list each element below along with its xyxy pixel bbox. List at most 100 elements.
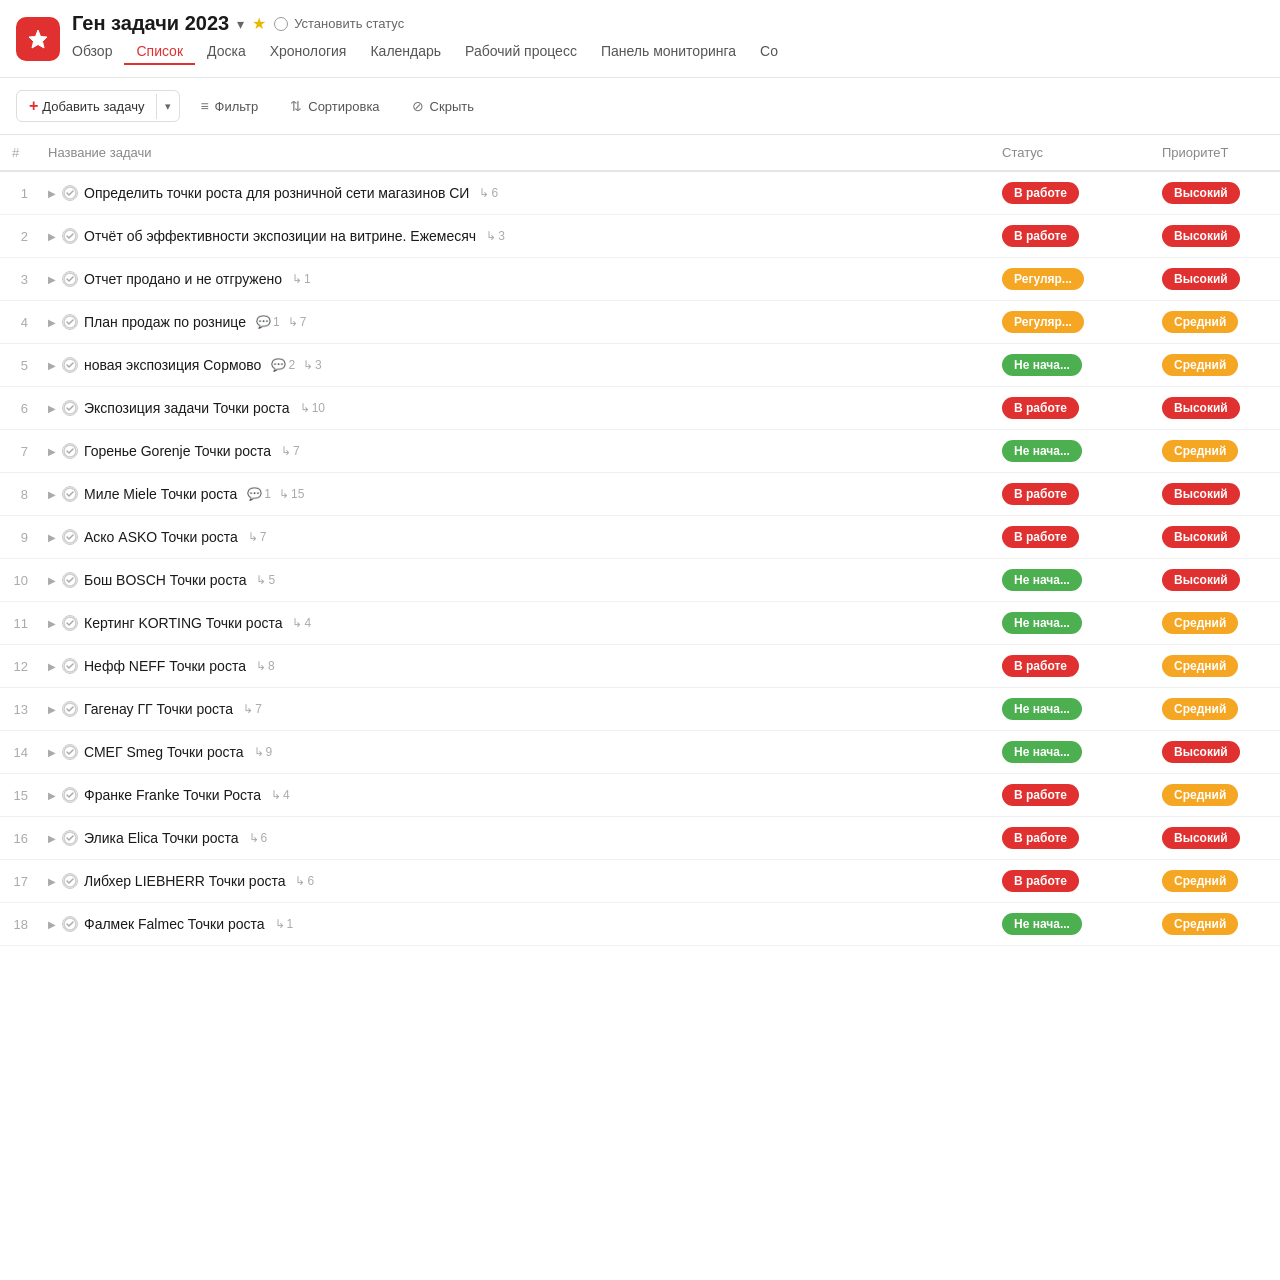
task-check-icon[interactable] bbox=[62, 228, 78, 244]
tab-list[interactable]: Список bbox=[124, 39, 195, 65]
expand-icon[interactable]: ▶ bbox=[48, 274, 56, 285]
table-row[interactable]: 9▶Аско ASKO Точки роста↳7В работеВысокий bbox=[0, 516, 1280, 559]
row-priority-cell[interactable]: Средний bbox=[1150, 301, 1280, 344]
expand-icon[interactable]: ▶ bbox=[48, 360, 56, 371]
task-check-icon[interactable] bbox=[62, 271, 78, 287]
status-badge[interactable]: Не нача... bbox=[1002, 612, 1082, 634]
priority-badge[interactable]: Высокий bbox=[1162, 483, 1240, 505]
task-check-icon[interactable] bbox=[62, 873, 78, 889]
task-check-icon[interactable] bbox=[62, 658, 78, 674]
priority-badge[interactable]: Высокий bbox=[1162, 182, 1240, 204]
expand-icon[interactable]: ▶ bbox=[48, 403, 56, 414]
priority-badge[interactable]: Средний bbox=[1162, 870, 1238, 892]
row-priority-cell[interactable]: Средний bbox=[1150, 344, 1280, 387]
row-priority-cell[interactable]: Высокий bbox=[1150, 516, 1280, 559]
row-status-cell[interactable]: В работе bbox=[990, 645, 1150, 688]
priority-badge[interactable]: Средний bbox=[1162, 311, 1238, 333]
row-priority-cell[interactable]: Средний bbox=[1150, 688, 1280, 731]
tab-more[interactable]: Со bbox=[748, 39, 790, 65]
tab-dashboard[interactable]: Панель мониторинга bbox=[589, 39, 748, 65]
expand-icon[interactable]: ▶ bbox=[48, 231, 56, 242]
row-status-cell[interactable]: В работе bbox=[990, 516, 1150, 559]
status-badge[interactable]: В работе bbox=[1002, 182, 1079, 204]
expand-icon[interactable]: ▶ bbox=[48, 704, 56, 715]
expand-icon[interactable]: ▶ bbox=[48, 919, 56, 930]
add-task-dropdown-button[interactable]: ▾ bbox=[156, 94, 179, 119]
row-priority-cell[interactable]: Средний bbox=[1150, 774, 1280, 817]
status-badge[interactable]: В работе bbox=[1002, 784, 1079, 806]
row-priority-cell[interactable]: Средний bbox=[1150, 430, 1280, 473]
table-row[interactable]: 11▶Кертинг KORTING Точки роста↳4Не нача.… bbox=[0, 602, 1280, 645]
table-row[interactable]: 1▶Определить точки роста для розничной с… bbox=[0, 171, 1280, 215]
status-badge[interactable]: Не нача... bbox=[1002, 569, 1082, 591]
task-check-icon[interactable] bbox=[62, 787, 78, 803]
row-priority-cell[interactable]: Высокий bbox=[1150, 817, 1280, 860]
expand-icon[interactable]: ▶ bbox=[48, 446, 56, 457]
row-priority-cell[interactable]: Высокий bbox=[1150, 731, 1280, 774]
table-row[interactable]: 12▶Нефф NEFF Точки роста↳8В работеСредни… bbox=[0, 645, 1280, 688]
task-check-icon[interactable] bbox=[62, 314, 78, 330]
priority-badge[interactable]: Высокий bbox=[1162, 268, 1240, 290]
priority-badge[interactable]: Высокий bbox=[1162, 225, 1240, 247]
task-check-icon[interactable] bbox=[62, 486, 78, 502]
table-row[interactable]: 8▶Миле Miele Точки роста💬1↳15В работеВыс… bbox=[0, 473, 1280, 516]
expand-icon[interactable]: ▶ bbox=[48, 188, 56, 199]
status-badge[interactable]: Не нача... bbox=[1002, 741, 1082, 763]
row-status-cell[interactable]: В работе bbox=[990, 171, 1150, 215]
task-check-icon[interactable] bbox=[62, 443, 78, 459]
tab-timeline[interactable]: Хронология bbox=[258, 39, 359, 65]
status-badge[interactable]: В работе bbox=[1002, 397, 1079, 419]
priority-badge[interactable]: Высокий bbox=[1162, 827, 1240, 849]
task-check-icon[interactable] bbox=[62, 916, 78, 932]
status-badge[interactable]: В работе bbox=[1002, 526, 1079, 548]
sort-button[interactable]: ⇅ Сортировка bbox=[278, 92, 391, 120]
table-row[interactable]: 17▶Либхер LIEBHERR Точки роста↳6В работе… bbox=[0, 860, 1280, 903]
row-status-cell[interactable]: Не нача... bbox=[990, 559, 1150, 602]
table-row[interactable]: 7▶Горенье Gorenje Точки роста↳7Не нача..… bbox=[0, 430, 1280, 473]
task-check-icon[interactable] bbox=[62, 357, 78, 373]
expand-icon[interactable]: ▶ bbox=[48, 790, 56, 801]
expand-icon[interactable]: ▶ bbox=[48, 747, 56, 758]
tab-overview[interactable]: Обзор bbox=[72, 39, 124, 65]
priority-badge[interactable]: Средний bbox=[1162, 784, 1238, 806]
row-status-cell[interactable]: Не нача... bbox=[990, 344, 1150, 387]
row-priority-cell[interactable]: Средний bbox=[1150, 860, 1280, 903]
row-status-cell[interactable]: Не нача... bbox=[990, 688, 1150, 731]
table-row[interactable]: 16▶Элика Elica Точки роста↳6В работеВысо… bbox=[0, 817, 1280, 860]
expand-icon[interactable]: ▶ bbox=[48, 489, 56, 500]
row-status-cell[interactable]: В работе bbox=[990, 215, 1150, 258]
status-badge[interactable]: Не нача... bbox=[1002, 440, 1082, 462]
tab-board[interactable]: Доска bbox=[195, 39, 258, 65]
expand-icon[interactable]: ▶ bbox=[48, 532, 56, 543]
row-priority-cell[interactable]: Высокий bbox=[1150, 171, 1280, 215]
table-row[interactable]: 18▶Фалмек Falmec Точки роста↳1Не нача...… bbox=[0, 903, 1280, 946]
task-check-icon[interactable] bbox=[62, 572, 78, 588]
table-row[interactable]: 2▶Отчёт об эффективности экспозиции на в… bbox=[0, 215, 1280, 258]
row-status-cell[interactable]: В работе bbox=[990, 473, 1150, 516]
tab-calendar[interactable]: Календарь bbox=[358, 39, 453, 65]
row-status-cell[interactable]: В работе bbox=[990, 774, 1150, 817]
priority-badge[interactable]: Высокий bbox=[1162, 741, 1240, 763]
table-row[interactable]: 15▶Франке Franke Точки Роста↳4В работеСр… bbox=[0, 774, 1280, 817]
status-badge[interactable]: Не нача... bbox=[1002, 354, 1082, 376]
row-status-cell[interactable]: В работе bbox=[990, 817, 1150, 860]
row-status-cell[interactable]: В работе bbox=[990, 387, 1150, 430]
status-badge[interactable]: В работе bbox=[1002, 870, 1079, 892]
set-status-button[interactable]: Установить статус bbox=[274, 16, 404, 31]
row-status-cell[interactable]: Не нача... bbox=[990, 602, 1150, 645]
row-priority-cell[interactable]: Высокий bbox=[1150, 387, 1280, 430]
row-priority-cell[interactable]: Высокий bbox=[1150, 215, 1280, 258]
row-priority-cell[interactable]: Высокий bbox=[1150, 258, 1280, 301]
row-status-cell[interactable]: Не нача... bbox=[990, 731, 1150, 774]
row-priority-cell[interactable]: Средний bbox=[1150, 645, 1280, 688]
expand-icon[interactable]: ▶ bbox=[48, 575, 56, 586]
status-badge[interactable]: Регуляр... bbox=[1002, 268, 1084, 290]
priority-badge[interactable]: Средний bbox=[1162, 655, 1238, 677]
add-task-button-group[interactable]: + Добавить задачу ▾ bbox=[16, 90, 180, 122]
expand-icon[interactable]: ▶ bbox=[48, 876, 56, 887]
row-status-cell[interactable]: Регуляр... bbox=[990, 258, 1150, 301]
table-row[interactable]: 5▶новая экспозиция Сормово💬2↳3Не нача...… bbox=[0, 344, 1280, 387]
row-status-cell[interactable]: Не нача... bbox=[990, 903, 1150, 946]
task-check-icon[interactable] bbox=[62, 529, 78, 545]
task-check-icon[interactable] bbox=[62, 830, 78, 846]
